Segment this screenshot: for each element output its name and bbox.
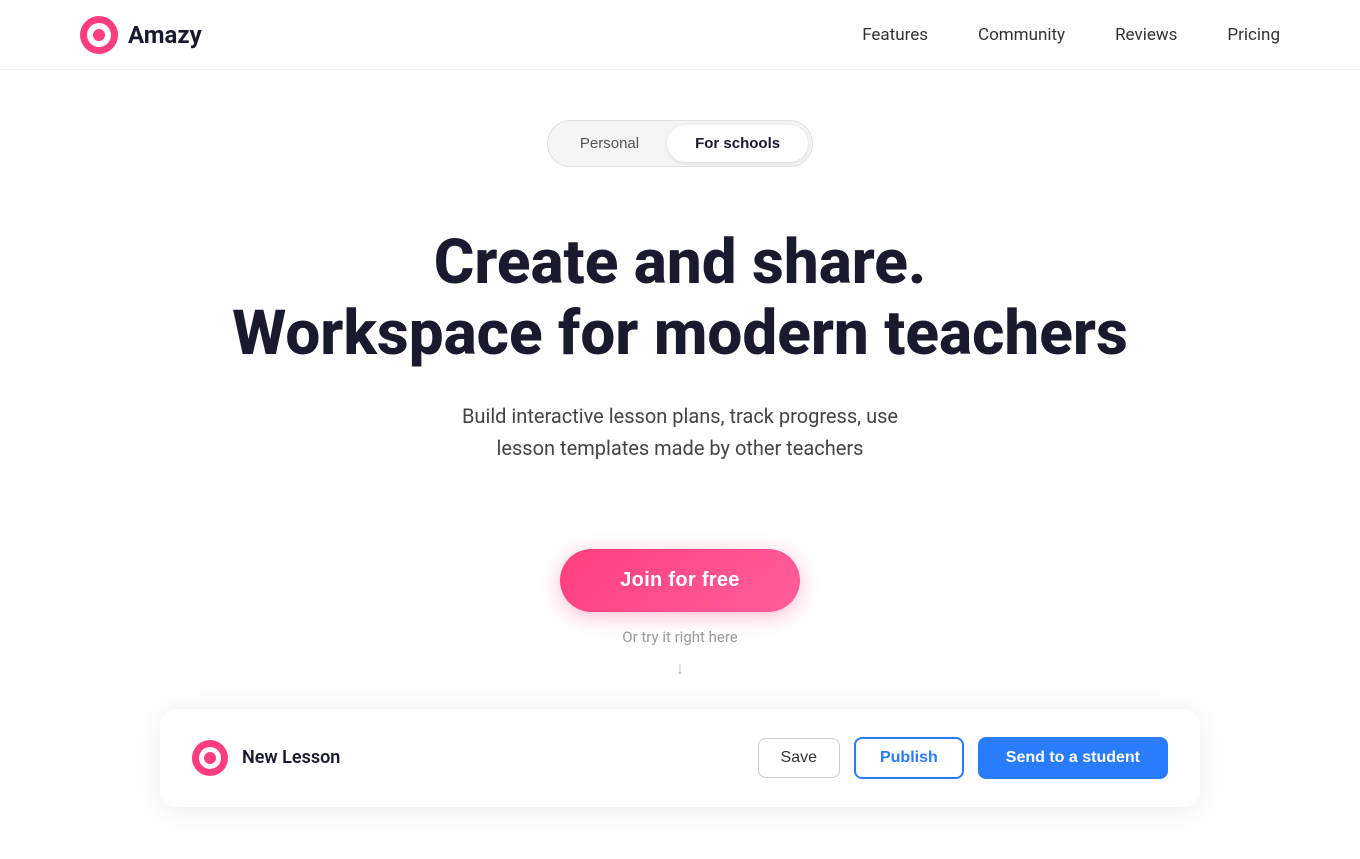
hero-section: Create and share. Workspace for modern t… xyxy=(0,167,1360,494)
try-here-text: Or try it right here xyxy=(622,628,738,646)
hero-subtitle: Build interactive lesson plans, track pr… xyxy=(370,400,990,464)
tab-personal[interactable]: Personal xyxy=(552,125,667,162)
lesson-title: New Lesson xyxy=(242,747,340,768)
arrow-down-icon: ↓ xyxy=(676,658,685,679)
lesson-logo-icon xyxy=(192,740,228,776)
logo-icon xyxy=(80,16,118,54)
tabs-container: Personal For schools xyxy=(0,120,1360,167)
nav-community[interactable]: Community xyxy=(978,25,1065,45)
nav-reviews[interactable]: Reviews xyxy=(1115,25,1177,45)
hero-title-line2: Workspace for modern teachers xyxy=(232,297,1128,370)
hero-subtitle-line1: Build interactive lesson plans, track pr… xyxy=(462,404,898,428)
nav-pricing[interactable]: Pricing xyxy=(1227,25,1280,45)
send-to-student-button[interactable]: Send to a student xyxy=(978,737,1168,779)
lesson-left: New Lesson xyxy=(192,740,340,776)
lesson-card: New Lesson Save Publish Send to a studen… xyxy=(160,709,1200,807)
join-free-button[interactable]: Join for free xyxy=(560,549,799,612)
logo[interactable]: Amazy xyxy=(80,16,202,54)
lesson-actions: Save Publish Send to a student xyxy=(758,737,1168,779)
logo-text: Amazy xyxy=(128,21,202,49)
nav-features[interactable]: Features xyxy=(862,25,928,45)
main-nav: Features Community Reviews Pricing xyxy=(862,25,1280,45)
hero-title-line1: Create and share. xyxy=(434,226,927,299)
hero-subtitle-line2: lesson templates made by other teachers xyxy=(497,436,864,460)
site-header: Amazy Features Community Reviews Pricing xyxy=(0,0,1360,70)
cta-section: Join for free Or try it right here ↓ xyxy=(0,549,1360,679)
publish-button[interactable]: Publish xyxy=(854,737,964,779)
tab-for-schools[interactable]: For schools xyxy=(667,125,808,162)
hero-title: Create and share. Workspace for modern t… xyxy=(40,227,1320,370)
tab-group: Personal For schools xyxy=(547,120,813,167)
save-button[interactable]: Save xyxy=(758,738,840,778)
